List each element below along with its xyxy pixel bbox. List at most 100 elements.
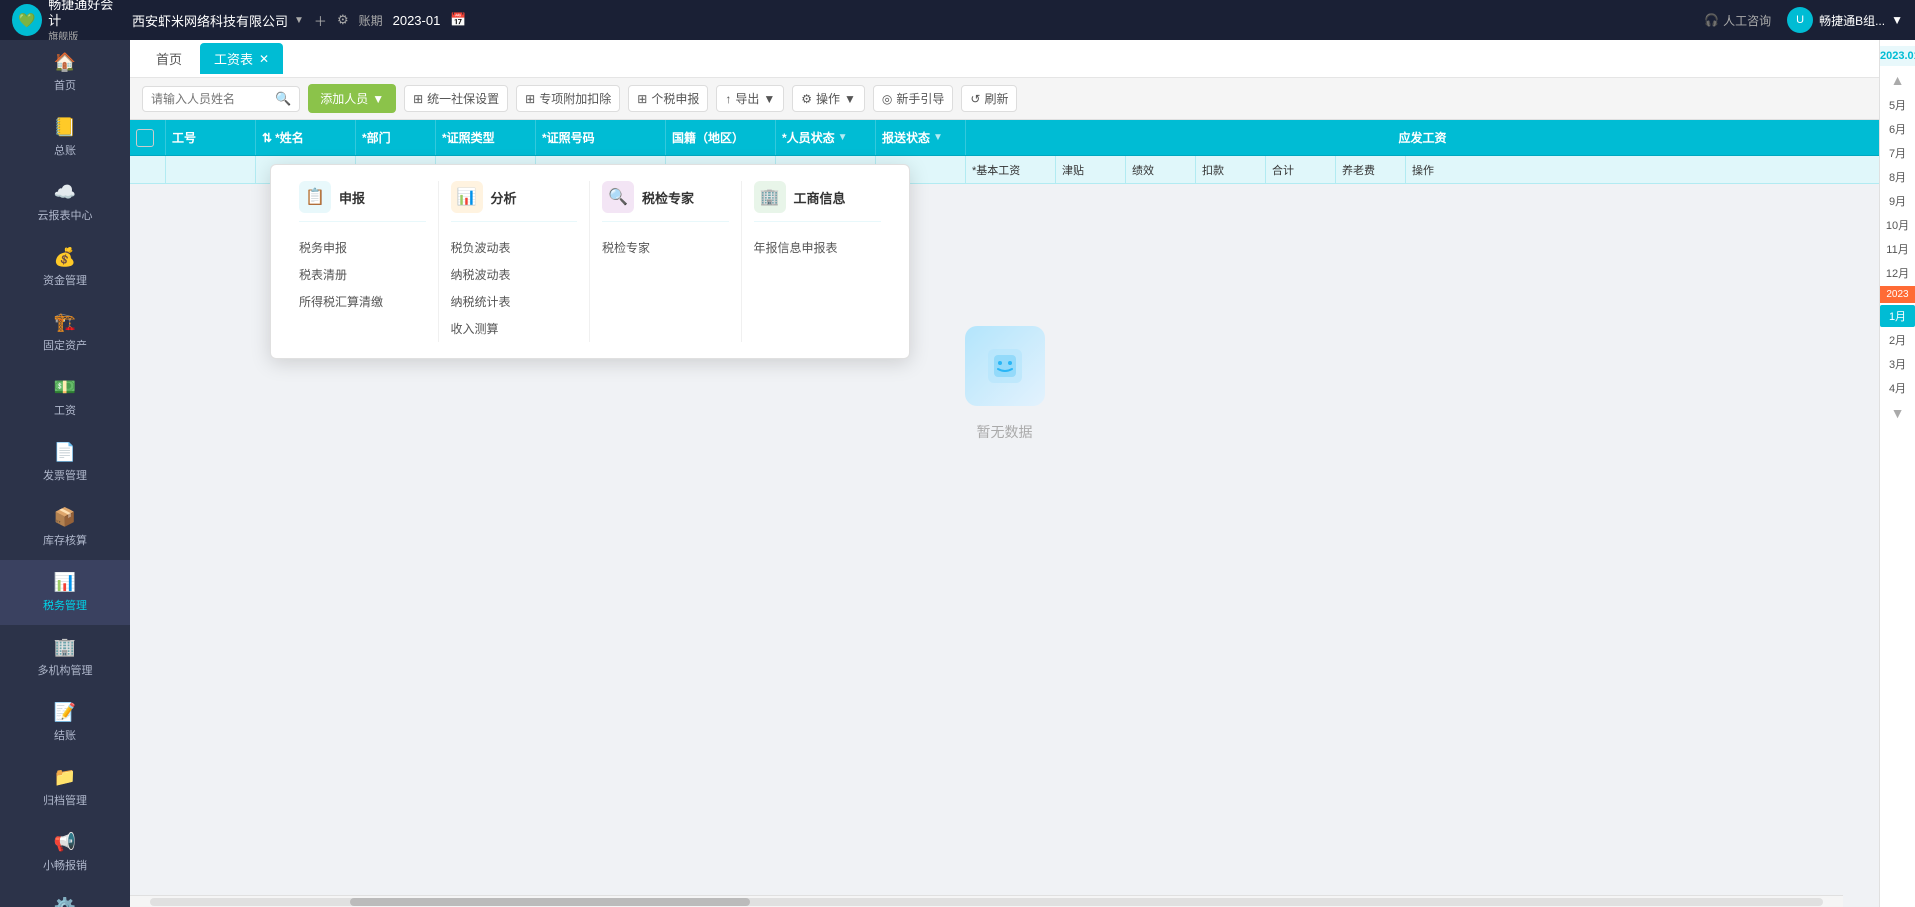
settings-icon[interactable]: ⚙ xyxy=(337,12,349,28)
content-area: 首页 工资表 ✕ 🔍 添加人员 ▼ ⊞ 统一社保设置 ⊞ 专项附 xyxy=(130,40,1879,907)
menu-item-tax-burden[interactable]: 税负波动表 xyxy=(451,234,578,261)
sidebar-item-ledger[interactable]: 📒 总账 xyxy=(0,105,130,170)
sidebar-item-archive[interactable]: 📁 归档管理 xyxy=(0,755,130,820)
right-panel: 2023.01 ▲ 5月 6月 7月 8月 9月 10月 11月 12月 202… xyxy=(1879,40,1915,907)
taxcheck-icon: 🔍 xyxy=(602,181,634,213)
tax-report-icon: ⊞ xyxy=(637,92,647,106)
company-selector[interactable]: 西安虾米网络科技有限公司 ▼ xyxy=(132,11,304,30)
sidebar-item-expense[interactable]: 📢 小畅报销 xyxy=(0,820,130,885)
operate-btn[interactable]: ⚙ 操作 ▼ xyxy=(792,85,865,112)
month-8[interactable]: 8月 xyxy=(1880,166,1915,188)
tab-close-icon[interactable]: ✕ xyxy=(259,52,269,66)
menu-item-annual-report[interactable]: 年报信息申报表 xyxy=(754,234,882,261)
scroll-bar[interactable] xyxy=(130,895,1843,907)
month-5[interactable]: 5月 xyxy=(1880,94,1915,116)
sidebar-label-multi-org: 多机构管理 xyxy=(38,662,93,678)
sidebar-item-close[interactable]: 📝 结账 xyxy=(0,690,130,755)
month-7[interactable]: 7月 xyxy=(1880,142,1915,164)
sidebar-item-settings[interactable]: ⚙️ 基础设置 xyxy=(0,885,130,907)
export-btn[interactable]: ↑ 导出 ▼ xyxy=(716,85,784,112)
tab-salary[interactable]: 工资表 ✕ xyxy=(200,43,283,74)
menu-item-tax-clear[interactable]: 所得税汇算清缴 xyxy=(299,288,426,315)
menu-item-taxcheck-expert[interactable]: 税检专家 xyxy=(602,234,729,261)
th-deduction: 扣款 xyxy=(1196,156,1266,183)
menu-section-header-analysis: 📊 分析 xyxy=(451,181,578,222)
menu-item-tax-declare[interactable]: 税务申报 xyxy=(299,234,426,261)
shenb-title: 申报 xyxy=(339,188,365,207)
special-deduction-btn[interactable]: ⊞ 专项附加扣除 xyxy=(516,85,620,112)
refresh-icon: ↺ xyxy=(970,92,980,106)
refresh-label: 刷新 xyxy=(984,90,1008,107)
th-allowance: 津贴 xyxy=(1056,156,1126,183)
sidebar-item-fund[interactable]: 💰 资金管理 xyxy=(0,235,130,300)
operate-icon: ⚙ xyxy=(801,92,812,106)
tab-salary-label: 工资表 xyxy=(214,49,253,68)
special-label: 专项附加扣除 xyxy=(539,90,611,107)
right-panel-year: 2023.01 xyxy=(1880,46,1915,66)
month-1-active[interactable]: 1月 xyxy=(1880,305,1915,327)
right-panel-up-nav[interactable]: ▲ xyxy=(1887,68,1909,92)
menu-item-tax-wave[interactable]: 纳税波动表 xyxy=(451,261,578,288)
right-panel-down-nav[interactable]: ▼ xyxy=(1887,401,1909,425)
add-company-btn[interactable]: ＋ xyxy=(314,11,327,30)
select-all-checkbox[interactable] xyxy=(136,129,154,147)
sidebar-label-cloud: 云报表中心 xyxy=(38,207,93,223)
th-id-type: *证照类型 xyxy=(436,120,536,155)
add-person-btn[interactable]: 添加人员 ▼ xyxy=(308,84,396,113)
user-chevron-icon: ▼ xyxy=(1891,13,1903,27)
guide-btn[interactable]: ◎ 新手引导 xyxy=(873,85,954,112)
sidebar-label-archive: 归档管理 xyxy=(43,792,87,808)
analysis-icon: 📊 xyxy=(451,181,483,213)
menu-section-shenb: 📋 申报 税务申报 税表清册 所得税汇算清缴 xyxy=(287,181,439,342)
cloud-icon: ☁️ xyxy=(54,182,76,203)
menu-item-tax-stat[interactable]: 纳税统计表 xyxy=(451,288,578,315)
period-label: 账期 xyxy=(359,12,383,29)
sidebar-item-multi-org[interactable]: 🏢 多机构管理 xyxy=(0,625,130,690)
month-2[interactable]: 2月 xyxy=(1880,329,1915,351)
month-6[interactable]: 6月 xyxy=(1880,118,1915,140)
th-checkbox[interactable] xyxy=(130,120,166,155)
month-11[interactable]: 11月 xyxy=(1880,238,1915,260)
service-btn[interactable]: 🎧 人工咨询 xyxy=(1704,12,1771,29)
user-area[interactable]: U 畅捷通B组... ▼ xyxy=(1787,7,1903,33)
month-4[interactable]: 4月 xyxy=(1880,377,1915,399)
company-name: 西安虾米网络科技有限公司 xyxy=(132,11,288,30)
tab-home[interactable]: 首页 xyxy=(142,43,196,74)
search-input[interactable] xyxy=(151,92,271,106)
status-filter-icon[interactable]: ▼ xyxy=(838,132,848,143)
month-10[interactable]: 10月 xyxy=(1880,214,1915,236)
tax-report-btn[interactable]: ⊞ 个税申报 xyxy=(628,85,708,112)
sort-name-icon[interactable]: ⇅ xyxy=(262,131,272,145)
th-department: *部门 xyxy=(356,120,436,155)
sidebar-item-inventory[interactable]: 📦 库存核算 xyxy=(0,495,130,560)
export-label: 导出 xyxy=(735,90,759,107)
sidebar-item-salary[interactable]: 💵 工资 xyxy=(0,365,130,430)
scrollbar-thumb[interactable] xyxy=(350,898,750,906)
close-period-icon: 📝 xyxy=(54,702,76,723)
social-label: 统一社保设置 xyxy=(427,90,499,107)
social-insurance-btn[interactable]: ⊞ 统一社保设置 xyxy=(404,85,508,112)
sidebar-item-invoice[interactable]: 📄 发票管理 xyxy=(0,430,130,495)
sidebar-item-home[interactable]: 🏠 首页 xyxy=(0,40,130,105)
menu-section-analysis: 📊 分析 税负波动表 纳税波动表 纳税统计表 收入测算 xyxy=(439,181,591,342)
month-9[interactable]: 9月 xyxy=(1880,190,1915,212)
sidebar-item-cloud[interactable]: ☁️ 云报表中心 xyxy=(0,170,130,235)
th-nationality: 国籍（地区） xyxy=(666,120,776,155)
menu-item-tax-form[interactable]: 税表清册 xyxy=(299,261,426,288)
th-performance: 绩效 xyxy=(1126,156,1196,183)
th-id-number: *证照号码 xyxy=(536,120,666,155)
guide-toolbar-icon: ◎ xyxy=(882,92,892,106)
month-12[interactable]: 12月 xyxy=(1880,262,1915,284)
year-divider: 2023 xyxy=(1880,286,1915,303)
menu-item-income-calc[interactable]: 收入测算 xyxy=(451,315,578,342)
month-3[interactable]: 3月 xyxy=(1880,353,1915,375)
export-icon: ↑ xyxy=(725,92,731,106)
report-filter-icon[interactable]: ▼ xyxy=(933,132,943,143)
sidebar: 🏠 首页 📒 总账 ☁️ 云报表中心 💰 资金管理 🏗️ 固定资产 💵 工资 📄… xyxy=(0,40,130,907)
sidebar-item-tax[interactable]: 📊 税务管理 xyxy=(0,560,130,625)
invoice-icon: 📄 xyxy=(54,442,76,463)
calendar-icon[interactable]: 📅 xyxy=(450,12,466,28)
sidebar-item-fixed-assets[interactable]: 🏗️ 固定资产 xyxy=(0,300,130,365)
sidebar-label-fund: 资金管理 xyxy=(43,272,87,288)
refresh-btn[interactable]: ↺ 刷新 xyxy=(961,85,1017,112)
